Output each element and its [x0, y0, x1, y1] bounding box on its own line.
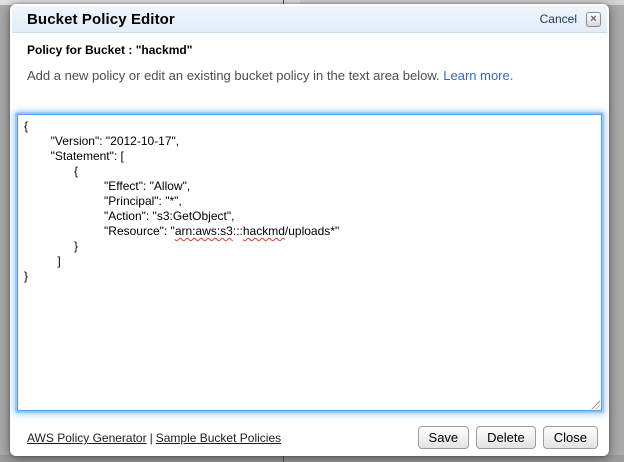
policy-line: ] — [24, 254, 595, 269]
bucket-label: Policy for Bucket : "hackmd" — [27, 43, 609, 57]
policy-line: } — [24, 239, 595, 254]
policy-line: "Principal": "*", — [24, 194, 595, 209]
policy-text-segment: "Statement": [ — [24, 149, 124, 163]
policy-text-segment: } — [24, 269, 28, 283]
policy-line: "Action": "s3:GetObject", — [24, 209, 595, 224]
resize-handle-icon[interactable] — [590, 399, 600, 409]
policy-text-segment: "Version": "2012-10-17", — [24, 134, 179, 148]
policy-line: "Version": "2012-10-17", — [24, 134, 595, 149]
dialog-title: Bucket Policy Editor — [27, 11, 540, 28]
policy-text-segment: "Principal": "*", — [24, 194, 182, 208]
policy-text-segment: "Resource": " — [24, 224, 175, 238]
description-text: Add a new policy or edit an existing buc… — [27, 68, 609, 83]
close-button[interactable]: × — [586, 12, 601, 27]
bucket-policy-editor-dialog: Bucket Policy Editor Cancel × Policy for… — [10, 4, 609, 456]
policy-text-segment: /uploads*" — [285, 224, 339, 238]
policy-text-segment: ::: — [233, 224, 243, 238]
delete-button[interactable]: Delete — [476, 426, 536, 449]
policy-line: { — [24, 164, 595, 179]
policy-line: { — [24, 119, 595, 134]
policy-textarea[interactable]: { "Version": "2012-10-17", "Statement": … — [17, 114, 602, 411]
sample-bucket-policies-link[interactable]: Sample Bucket Policies — [156, 431, 281, 445]
learn-more-link[interactable]: Learn more. — [443, 68, 513, 83]
policy-text-segment: { — [24, 164, 78, 178]
background-divider-bottom — [283, 455, 284, 462]
x-icon: × — [590, 14, 596, 25]
policy-text-misspelled: arn:aws:s3 — [175, 224, 233, 238]
policy-line: } — [24, 269, 595, 284]
link-separator: | — [147, 431, 156, 445]
policy-text-segment: "Effect": "Allow", — [24, 179, 190, 193]
background-bottom-strip — [0, 455, 624, 462]
close-dialog-button[interactable]: Close — [543, 426, 598, 449]
dialog-header: Bucket Policy Editor Cancel × — [12, 6, 607, 33]
policy-line: "Statement": [ — [24, 149, 595, 164]
policy-text-segment: "Action": "s3:GetObject", — [24, 209, 234, 223]
save-button[interactable]: Save — [418, 426, 470, 449]
aws-policy-generator-link[interactable]: AWS Policy Generator — [27, 431, 147, 445]
footer-buttons: Save Delete Close — [418, 426, 598, 449]
cancel-link[interactable]: Cancel — [540, 12, 577, 26]
policy-text-segment: ] — [24, 254, 61, 268]
policy-text-segment: { — [24, 119, 28, 133]
policy-line: "Effect": "Allow", — [24, 179, 595, 194]
page-background: { "dialog": { "title": "Bucket Policy Ed… — [0, 0, 624, 462]
description-body: Add a new policy or edit an existing buc… — [27, 68, 440, 83]
footer-links: AWS Policy Generator|Sample Bucket Polic… — [27, 431, 281, 445]
policy-line: "Resource": "arn:aws:s3:::hackmd/uploads… — [24, 224, 595, 239]
policy-text-misspelled: hackmd — [243, 224, 285, 238]
policy-text-segment: } — [24, 239, 78, 253]
